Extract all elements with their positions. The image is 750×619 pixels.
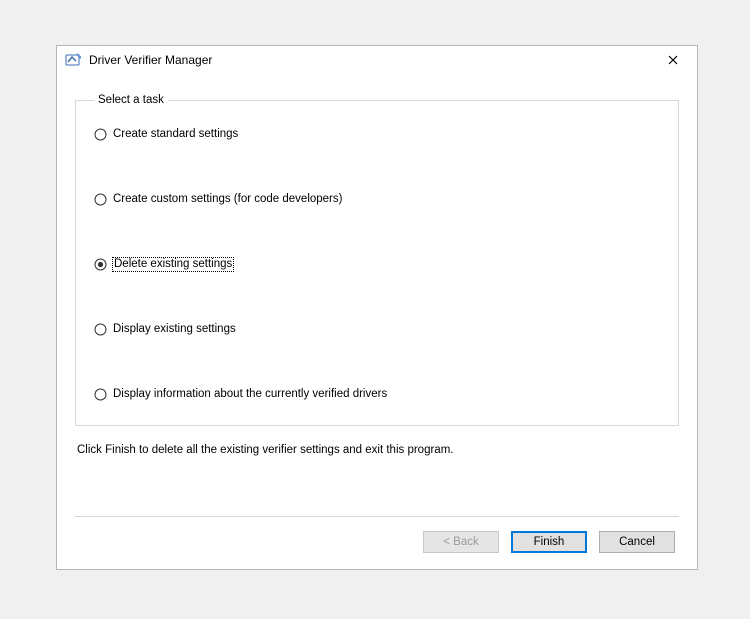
radio-label: Delete existing settings <box>113 258 233 271</box>
radio-label: Create standard settings <box>113 128 238 141</box>
radio-display-info[interactable]: Display information about the currently … <box>94 388 660 401</box>
radio-icon <box>94 128 107 141</box>
verifier-icon <box>65 52 81 68</box>
task-group: Select a task Create standard settings C… <box>75 94 679 426</box>
group-legend: Select a task <box>94 94 168 106</box>
window: Driver Verifier Manager Select a task Cr… <box>56 45 698 570</box>
titlebar: Driver Verifier Manager <box>57 46 697 74</box>
radio-icon <box>94 193 107 206</box>
client-area: Select a task Create standard settings C… <box>57 74 697 569</box>
back-button: < Back <box>423 531 499 553</box>
radio-create-custom[interactable]: Create custom settings (for code develop… <box>94 193 660 206</box>
radio-label: Display existing settings <box>113 323 236 336</box>
button-bar: < Back Finish Cancel <box>75 531 679 557</box>
radio-label: Display information about the currently … <box>113 388 387 401</box>
radio-delete-existing[interactable]: Delete existing settings <box>94 258 660 271</box>
radio-icon <box>94 258 107 271</box>
radio-icon <box>94 388 107 401</box>
finish-button[interactable]: Finish <box>511 531 587 553</box>
cancel-button[interactable]: Cancel <box>599 531 675 553</box>
hint-text: Click Finish to delete all the existing … <box>77 444 679 456</box>
window-title: Driver Verifier Manager <box>89 53 655 67</box>
radio-create-standard[interactable]: Create standard settings <box>94 128 660 141</box>
radio-label: Create custom settings (for code develop… <box>113 193 342 206</box>
radio-icon <box>94 323 107 336</box>
close-button[interactable] <box>655 48 691 72</box>
separator <box>75 516 679 517</box>
radio-display-existing[interactable]: Display existing settings <box>94 323 660 336</box>
